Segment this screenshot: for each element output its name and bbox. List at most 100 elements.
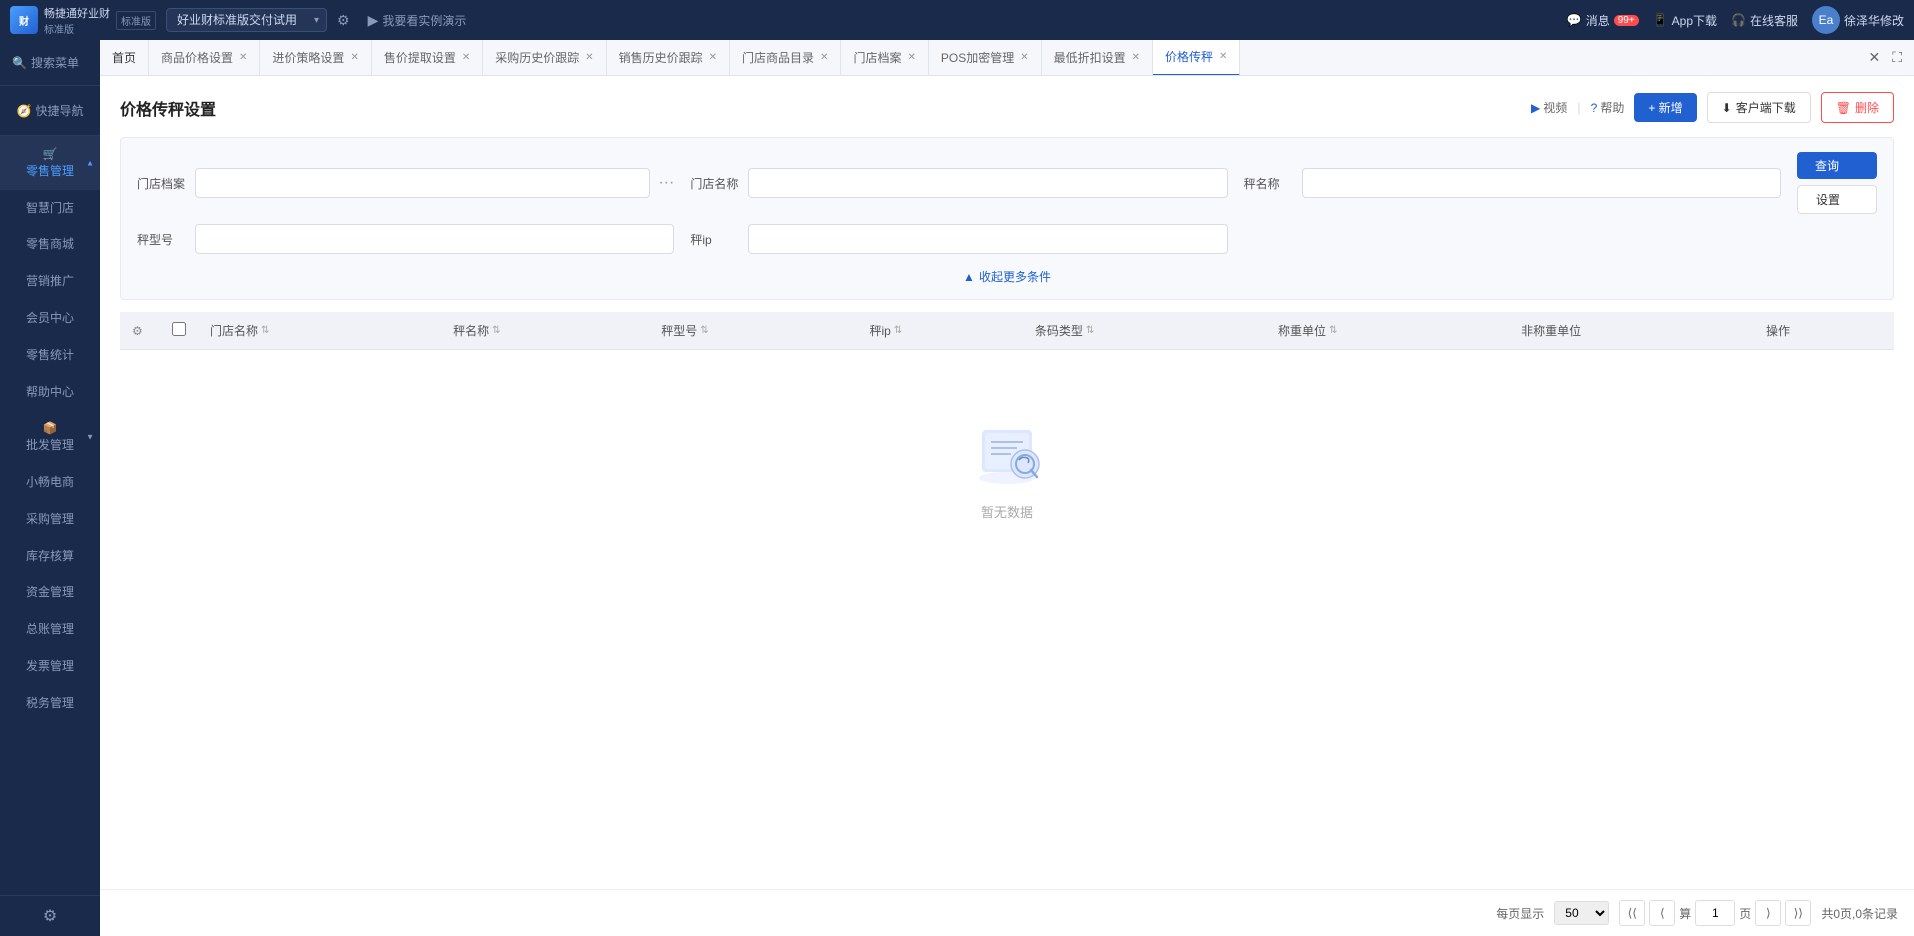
tab-min-discount[interactable]: 最低折扣设置 ✕ (1042, 40, 1153, 76)
sidebar-item-retail-mall[interactable]: 零售商城 (0, 226, 100, 263)
download-icon: ⬇ (1722, 101, 1732, 115)
tab-close-store-profile[interactable]: ✕ (907, 52, 915, 63)
tab-close-price-scale[interactable]: ✕ (1219, 51, 1227, 62)
sidebar-item-invoice-manage[interactable]: 发票管理 (0, 648, 100, 685)
add-button[interactable]: + 新增 (1634, 93, 1696, 122)
version-select[interactable]: 好业财标准版交付试用 (166, 8, 327, 32)
tab-close-min-discount[interactable]: ✕ (1132, 52, 1140, 63)
filter-scale-ip: 秤ip (690, 224, 1227, 254)
tab-close-price-setting[interactable]: ✕ (239, 52, 247, 63)
sidebar-search[interactable]: 🔍 搜索菜单 (0, 40, 100, 86)
empty-illustration (967, 410, 1047, 490)
gear-button[interactable]: ⚙ (333, 8, 354, 33)
sidebar-bottom: ⚙ (0, 895, 100, 936)
settings-button[interactable]: ⚙ (43, 906, 57, 926)
select-all-checkbox[interactable] (172, 322, 186, 336)
filter-form: 门店档案 ··· 门店名称 秤名称 查询 (120, 137, 1894, 300)
collapse-icon: ▲ (963, 270, 975, 284)
store-name-input[interactable] (748, 168, 1227, 198)
help-link[interactable]: ? 帮助 (1591, 99, 1625, 116)
video-link[interactable]: ▶ 视频 (1531, 99, 1567, 116)
tab-close-store-catalog[interactable]: ✕ (820, 52, 828, 63)
tab-price-scale[interactable]: 价格传秤 ✕ (1153, 40, 1240, 76)
sidebar-item-quick-nav[interactable]: 🧭 快捷导航 (0, 94, 100, 127)
search-menu-button[interactable]: 🔍 搜索菜单 (8, 50, 92, 75)
tab-close-button[interactable]: ✕ (1864, 45, 1884, 70)
sidebar-item-marketing[interactable]: 营销推广 (0, 263, 100, 300)
tab-sale-history[interactable]: 销售历史价跟踪 ✕ (607, 40, 730, 76)
page-total: 共0页,0条记录 (1821, 905, 1898, 922)
page-label: 算 (1679, 905, 1691, 922)
demo-button[interactable]: ▶ 我要看实例演示 (360, 8, 475, 33)
delete-button[interactable]: 🗑 删除 (1821, 92, 1894, 123)
per-page-label: 每页显示 (1496, 905, 1544, 922)
last-page-button[interactable]: ⟩⟩ (1785, 900, 1811, 926)
tab-purchase-strategy[interactable]: 进价策略设置 ✕ (260, 40, 371, 76)
sidebar-item-tax-manage[interactable]: 税务管理 (0, 685, 100, 722)
tab-expand-button[interactable]: ⛶ (1888, 45, 1906, 70)
tab-home[interactable]: 首页 (100, 40, 149, 76)
sidebar-item-member-center[interactable]: 会员中心 (0, 300, 100, 337)
sort-icon[interactable]: ⇅ (894, 325, 902, 336)
store-profile-input[interactable] (195, 168, 650, 198)
sidebar-item-general-ledger[interactable]: 总账管理 (0, 611, 100, 648)
help-icon: ? (1591, 101, 1598, 115)
sidebar-item-smart-store[interactable]: 智慧门店 (0, 190, 100, 227)
scale-name-input[interactable] (1302, 168, 1781, 198)
sidebar-item-mini-ecommerce[interactable]: 小畅电商 (0, 464, 100, 501)
sort-icon[interactable]: ⇅ (261, 325, 269, 336)
content-area: 首页 商品价格设置 ✕ 进价策略设置 ✕ 售价提取设置 ✕ 采购历史价跟踪 ✕ … (100, 40, 1914, 936)
sidebar-item-wholesale-manage[interactable]: 📦 批发管理 (0, 410, 100, 464)
tab-close-pos-manage[interactable]: ✕ (1020, 52, 1028, 63)
message-button[interactable]: 💬 消息 99+ (1567, 12, 1639, 29)
tab-store-catalog[interactable]: 门店商品目录 ✕ (730, 40, 841, 76)
sidebar-item-retail-manage[interactable]: 🛒 零售管理 (0, 136, 100, 190)
sidebar-item-finance[interactable]: 资金管理 (0, 574, 100, 611)
sidebar-item-purchase-manage[interactable]: 采购管理 (0, 501, 100, 538)
next-page-button[interactable]: ⟩ (1755, 900, 1781, 926)
tab-close-sale-history[interactable]: ✕ (709, 52, 717, 63)
scale-name-label: 秤名称 (1244, 175, 1294, 192)
tab-close-purchase-history[interactable]: ✕ (585, 52, 593, 63)
scale-model-input[interactable] (195, 224, 674, 254)
tab-close-purchase-strategy[interactable]: ✕ (350, 52, 358, 63)
first-page-button[interactable]: ⟨⟨ (1619, 900, 1645, 926)
sidebar-item-inventory[interactable]: 库存核算 (0, 538, 100, 575)
query-button[interactable]: 查询 (1797, 152, 1877, 179)
sort-icon[interactable]: ⇅ (1329, 325, 1337, 336)
tab-store-profile[interactable]: 门店档案 ✕ (841, 40, 928, 76)
sidebar-item-retail-stats[interactable]: 零售统计 (0, 337, 100, 374)
search-icon: 🔍 (12, 56, 27, 70)
store-name-label: 门店名称 (690, 175, 740, 192)
sort-icon[interactable]: ⇅ (1086, 325, 1094, 336)
sort-icon[interactable]: ⇅ (700, 325, 708, 336)
online-service-button[interactable]: 🎧 在线客服 (1731, 12, 1798, 29)
scale-ip-input[interactable] (748, 224, 1227, 254)
th-scale-ip: 秤ip ⇅ (857, 312, 1022, 350)
tab-pos-manage[interactable]: POS加密管理 ✕ (929, 40, 1042, 76)
ellipsis-icon[interactable]: ··· (658, 174, 674, 192)
page-size-select[interactable]: 102050100 (1554, 901, 1609, 925)
tab-sale-extract[interactable]: 售价提取设置 ✕ (372, 40, 483, 76)
retail-icon: 🛒 (43, 146, 58, 163)
version-select-wrapper[interactable]: 好业财标准版交付试用 ▾ (166, 8, 327, 32)
gear-icon[interactable]: ⚙ (132, 324, 143, 338)
user-menu[interactable]: Ea 徐泽华修改 (1812, 6, 1904, 34)
tab-close-sale-extract[interactable]: ✕ (462, 52, 470, 63)
page-input[interactable] (1695, 900, 1735, 926)
collapse-button[interactable]: ▲ 收起更多条件 (137, 264, 1877, 285)
download-client-button[interactable]: ⬇ 客户端下载 (1707, 92, 1811, 123)
sidebar: 🔍 搜索菜单 🧭 快捷导航 🛒 零售管理 智慧门店 零售商城 营销推广 (0, 40, 100, 936)
filter-store-profile: 门店档案 ··· (137, 168, 674, 198)
tab-bar: 首页 商品价格设置 ✕ 进价策略设置 ✕ 售价提取设置 ✕ 采购历史价跟踪 ✕ … (100, 40, 1914, 76)
tab-price-setting[interactable]: 商品价格设置 ✕ (149, 40, 260, 76)
app-download-button[interactable]: 📱 App下载 (1653, 12, 1717, 29)
setting-button[interactable]: 设置 (1797, 185, 1877, 214)
filter-store-name: 门店名称 (690, 168, 1227, 198)
sort-icon[interactable]: ⇅ (492, 325, 500, 336)
scale-ip-label: 秤ip (690, 231, 740, 248)
tab-purchase-history[interactable]: 采购历史价跟踪 ✕ (483, 40, 606, 76)
th-gear[interactable]: ⚙ (120, 312, 160, 350)
prev-page-button[interactable]: ⟨ (1649, 900, 1675, 926)
sidebar-item-help-center[interactable]: 帮助中心 (0, 374, 100, 411)
